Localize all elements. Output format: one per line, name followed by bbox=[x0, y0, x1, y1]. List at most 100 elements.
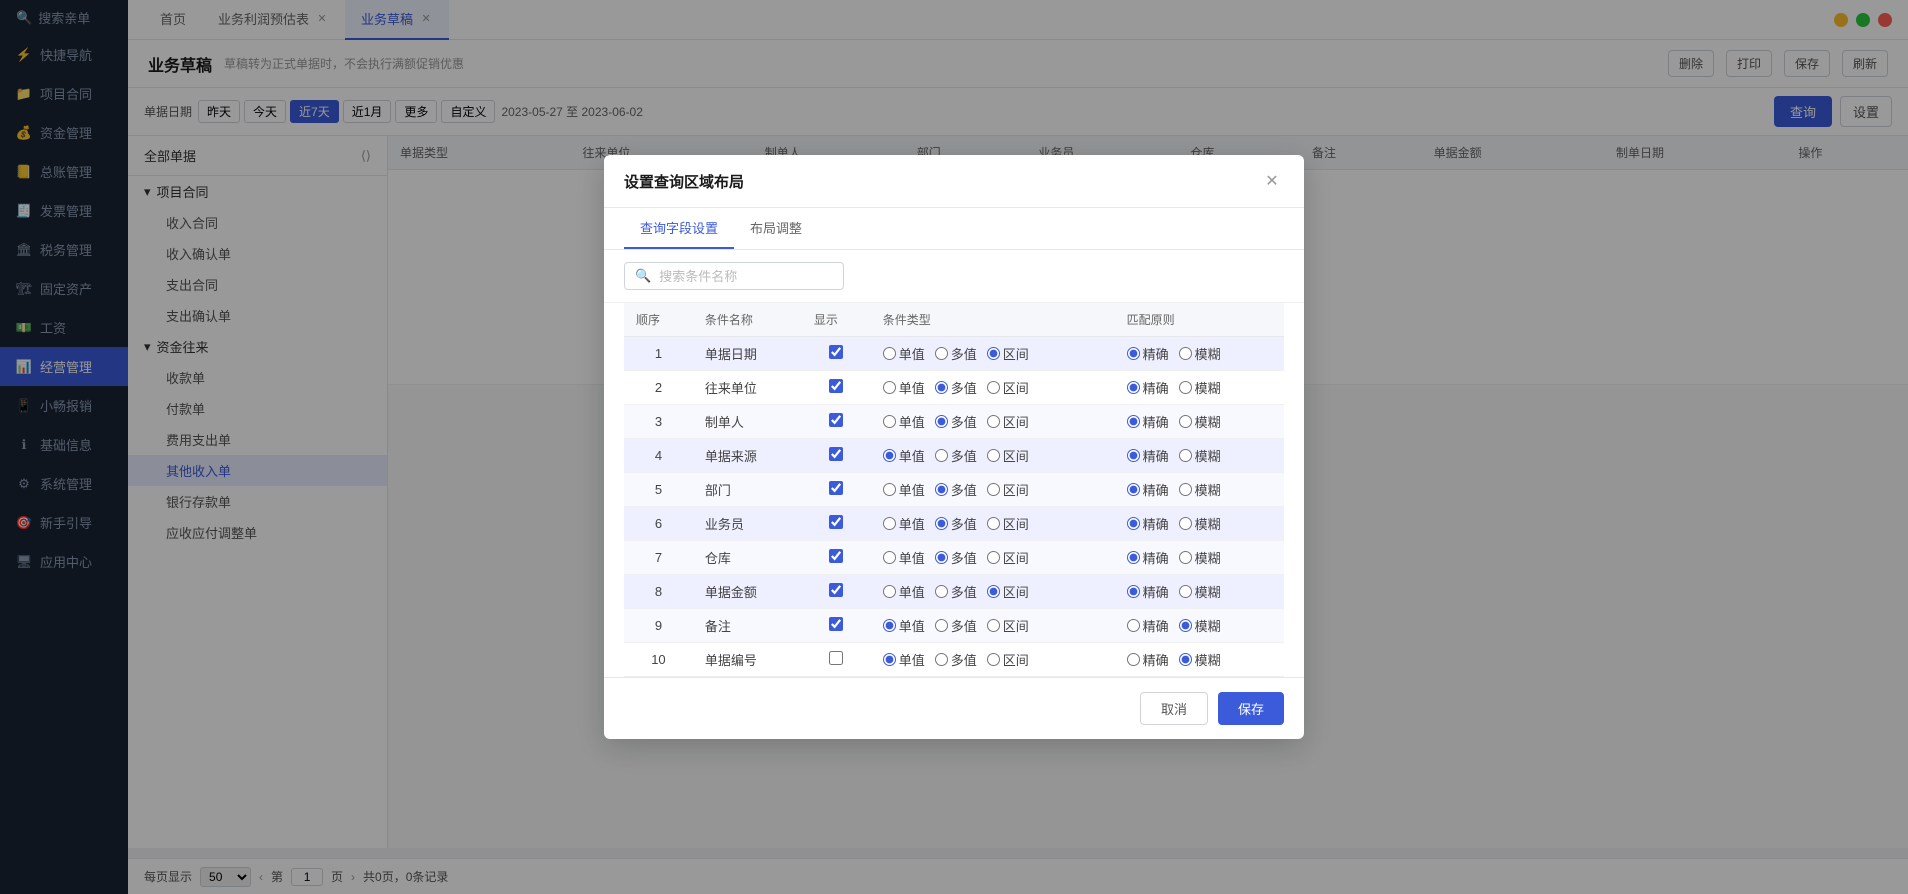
show-checkbox-input-2[interactable] bbox=[829, 379, 843, 393]
show-checkbox-input-3[interactable] bbox=[829, 413, 843, 427]
cell-show[interactable] bbox=[802, 473, 871, 507]
radio-fuzzy-1[interactable]: 模糊 bbox=[1179, 344, 1221, 363]
radio-range-8[interactable]: 区间 bbox=[987, 582, 1029, 601]
cell-show[interactable] bbox=[802, 575, 871, 609]
show-checkbox-input-6[interactable] bbox=[829, 515, 843, 529]
cell-show[interactable] bbox=[802, 337, 871, 371]
radio-single-9[interactable]: 单值 bbox=[883, 616, 925, 635]
radio-range-4[interactable]: 区间 bbox=[987, 446, 1029, 465]
cell-type[interactable]: 单值 多值 区间 bbox=[871, 541, 1115, 575]
modal-save-button[interactable]: 保存 bbox=[1218, 692, 1284, 725]
show-checkbox-10[interactable] bbox=[829, 653, 843, 668]
cell-show[interactable] bbox=[802, 439, 871, 473]
radio-fuzzy-5[interactable]: 模糊 bbox=[1179, 480, 1221, 499]
cell-show[interactable] bbox=[802, 371, 871, 405]
show-checkbox-1[interactable] bbox=[829, 347, 843, 362]
radio-exact-4[interactable]: 精确 bbox=[1127, 446, 1169, 465]
cell-type[interactable]: 单值 多值 区间 bbox=[871, 371, 1115, 405]
cell-type[interactable]: 单值 多值 区间 bbox=[871, 507, 1115, 541]
show-checkbox-7[interactable] bbox=[829, 551, 843, 566]
radio-range-5[interactable]: 区间 bbox=[987, 480, 1029, 499]
radio-fuzzy-2[interactable]: 模糊 bbox=[1179, 378, 1221, 397]
show-checkbox-input-4[interactable] bbox=[829, 447, 843, 461]
radio-fuzzy-10[interactable]: 模糊 bbox=[1179, 650, 1221, 669]
radio-multi-2[interactable]: 多值 bbox=[935, 378, 977, 397]
cell-type[interactable]: 单值 多值 区间 bbox=[871, 643, 1115, 677]
cell-type[interactable]: 单值 多值 区间 bbox=[871, 473, 1115, 507]
radio-exact-8[interactable]: 精确 bbox=[1127, 582, 1169, 601]
radio-multi-3[interactable]: 多值 bbox=[935, 412, 977, 431]
radio-range-10[interactable]: 区间 bbox=[987, 650, 1029, 669]
radio-exact-2[interactable]: 精确 bbox=[1127, 378, 1169, 397]
radio-exact-3[interactable]: 精确 bbox=[1127, 412, 1169, 431]
cell-show[interactable] bbox=[802, 541, 871, 575]
radio-range-3[interactable]: 区间 bbox=[987, 412, 1029, 431]
cell-match[interactable]: 精确 模糊 bbox=[1115, 473, 1284, 507]
show-checkbox-input-10[interactable] bbox=[829, 651, 843, 665]
cancel-button[interactable]: 取消 bbox=[1140, 692, 1208, 725]
radio-single-3[interactable]: 单值 bbox=[883, 412, 925, 431]
cell-match[interactable]: 精确 模糊 bbox=[1115, 405, 1284, 439]
cell-match[interactable]: 精确 模糊 bbox=[1115, 371, 1284, 405]
cell-match[interactable]: 精确 模糊 bbox=[1115, 439, 1284, 473]
radio-exact-1[interactable]: 精确 bbox=[1127, 344, 1169, 363]
radio-single-6[interactable]: 单值 bbox=[883, 514, 925, 533]
cell-type[interactable]: 单值 多值 区间 bbox=[871, 405, 1115, 439]
cell-match[interactable]: 精确 模糊 bbox=[1115, 337, 1284, 371]
radio-fuzzy-9[interactable]: 模糊 bbox=[1179, 616, 1221, 635]
radio-fuzzy-3[interactable]: 模糊 bbox=[1179, 412, 1221, 431]
radio-single-5[interactable]: 单值 bbox=[883, 480, 925, 499]
modal-tab-query-fields[interactable]: 查询字段设置 bbox=[624, 208, 734, 249]
cell-match[interactable]: 精确 模糊 bbox=[1115, 643, 1284, 677]
cell-match[interactable]: 精确 模糊 bbox=[1115, 575, 1284, 609]
radio-exact-10[interactable]: 精确 bbox=[1127, 650, 1169, 669]
cell-type[interactable]: 单值 多值 区间 bbox=[871, 609, 1115, 643]
show-checkbox-3[interactable] bbox=[829, 415, 843, 430]
show-checkbox-2[interactable] bbox=[829, 381, 843, 396]
radio-fuzzy-7[interactable]: 模糊 bbox=[1179, 548, 1221, 567]
cell-type[interactable]: 单值 多值 区间 bbox=[871, 575, 1115, 609]
radio-exact-9[interactable]: 精确 bbox=[1127, 616, 1169, 635]
modal-close-button[interactable]: ✕ bbox=[1260, 169, 1284, 193]
show-checkbox-input-5[interactable] bbox=[829, 481, 843, 495]
show-checkbox-input-7[interactable] bbox=[829, 549, 843, 563]
radio-multi-1[interactable]: 多值 bbox=[935, 344, 977, 363]
cell-show[interactable] bbox=[802, 643, 871, 677]
radio-multi-6[interactable]: 多值 bbox=[935, 514, 977, 533]
radio-single-7[interactable]: 单值 bbox=[883, 548, 925, 567]
show-checkbox-6[interactable] bbox=[829, 517, 843, 532]
radio-exact-6[interactable]: 精确 bbox=[1127, 514, 1169, 533]
radio-range-7[interactable]: 区间 bbox=[987, 548, 1029, 567]
modal-tab-layout[interactable]: 布局调整 bbox=[734, 208, 818, 249]
radio-multi-5[interactable]: 多值 bbox=[935, 480, 977, 499]
radio-fuzzy-4[interactable]: 模糊 bbox=[1179, 446, 1221, 465]
show-checkbox-5[interactable] bbox=[829, 483, 843, 498]
show-checkbox-input-8[interactable] bbox=[829, 583, 843, 597]
radio-range-2[interactable]: 区间 bbox=[987, 378, 1029, 397]
cell-match[interactable]: 精确 模糊 bbox=[1115, 609, 1284, 643]
radio-single-2[interactable]: 单值 bbox=[883, 378, 925, 397]
show-checkbox-8[interactable] bbox=[829, 585, 843, 600]
cell-show[interactable] bbox=[802, 609, 871, 643]
radio-multi-8[interactable]: 多值 bbox=[935, 582, 977, 601]
show-checkbox-input-9[interactable] bbox=[829, 617, 843, 631]
radio-single-10[interactable]: 单值 bbox=[883, 650, 925, 669]
radio-exact-5[interactable]: 精确 bbox=[1127, 480, 1169, 499]
show-checkbox-4[interactable] bbox=[829, 449, 843, 464]
radio-multi-10[interactable]: 多值 bbox=[935, 650, 977, 669]
radio-fuzzy-8[interactable]: 模糊 bbox=[1179, 582, 1221, 601]
radio-multi-7[interactable]: 多值 bbox=[935, 548, 977, 567]
cell-type[interactable]: 单值 多值 区间 bbox=[871, 337, 1115, 371]
show-checkbox-9[interactable] bbox=[829, 619, 843, 634]
radio-single-4[interactable]: 单值 bbox=[883, 446, 925, 465]
radio-single-8[interactable]: 单值 bbox=[883, 582, 925, 601]
radio-range-6[interactable]: 区间 bbox=[987, 514, 1029, 533]
radio-fuzzy-6[interactable]: 模糊 bbox=[1179, 514, 1221, 533]
show-checkbox-input-1[interactable] bbox=[829, 345, 843, 359]
cell-match[interactable]: 精确 模糊 bbox=[1115, 541, 1284, 575]
cell-show[interactable] bbox=[802, 507, 871, 541]
cell-show[interactable] bbox=[802, 405, 871, 439]
cell-type[interactable]: 单值 多值 区间 bbox=[871, 439, 1115, 473]
radio-range-1[interactable]: 区间 bbox=[987, 344, 1029, 363]
radio-multi-9[interactable]: 多值 bbox=[935, 616, 977, 635]
